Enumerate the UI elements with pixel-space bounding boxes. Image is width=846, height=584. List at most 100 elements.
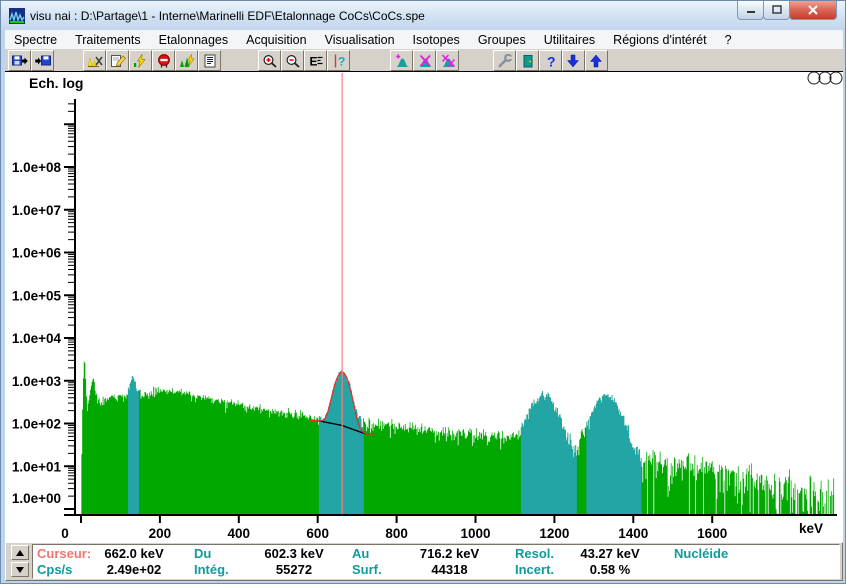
acquisition-spectrum-button[interactable] (175, 50, 198, 71)
menu-item-traitements[interactable]: Traitements (66, 31, 150, 49)
stop-acquisition-button[interactable] (152, 50, 175, 71)
status-label-intg: Intég. (194, 562, 229, 577)
spectrum-chart[interactable]: Ech. log 1.0e+081.0e+071.0e+061.0e+051.0… (5, 71, 843, 542)
document-icon (202, 54, 218, 68)
menu-item-utilitaires[interactable]: Utilitaires (535, 31, 604, 49)
page-up-button[interactable] (585, 50, 608, 71)
page-down-button[interactable] (562, 50, 585, 71)
roi-region-4[interactable] (586, 394, 641, 514)
menu-item-visualisation[interactable]: Visualisation (316, 31, 404, 49)
exit-button[interactable] (516, 50, 539, 71)
y-tick-label: 1.0e+06 (12, 246, 62, 261)
title-bar[interactable]: visu nai : D:\Partage\1 - Interne\Marine… (1, 1, 846, 30)
x-tick-label: 1600 (697, 526, 727, 541)
menu-item-acquisition[interactable]: Acquisition (237, 31, 315, 49)
add-roi-button[interactable] (390, 50, 413, 71)
report-button[interactable] (198, 50, 221, 71)
spectrum-delete-icon (87, 54, 103, 68)
delete-roi-button[interactable] (413, 50, 436, 71)
status-label-cpss: Cps/s (37, 562, 72, 577)
menu-item-isotopes[interactable]: Isotopes (404, 31, 469, 49)
svg-text:?: ? (338, 54, 345, 68)
zoom-in-icon (262, 54, 278, 68)
up-arrow-icon (16, 550, 24, 556)
cursor-info-button[interactable]: ? (327, 50, 350, 71)
menu-item-r-gions-d-int-r-t[interactable]: Régions d'intérét (604, 31, 715, 49)
page-pencil-icon (110, 54, 126, 68)
lightning-icon (133, 54, 149, 68)
close-icon (807, 5, 819, 15)
window-title: visu nai : D:\Partage\1 - Interne\Marine… (30, 9, 425, 23)
status-label-incert: Incert. (515, 562, 554, 577)
app-window: visu nai : D:\Partage\1 - Interne\Marine… (0, 0, 846, 584)
toolbar: E?? (5, 49, 843, 71)
status-value-du: 602.3 keV (239, 546, 349, 561)
svg-text:?: ? (547, 54, 556, 68)
arrow-up-icon (589, 54, 605, 68)
save-spectrum-next-button[interactable] (8, 50, 31, 71)
close-button[interactable] (789, 1, 837, 20)
detector-status-circles (808, 72, 842, 84)
status-label-du: Du (194, 546, 211, 561)
menu-item-spectre[interactable]: Spectre (5, 31, 66, 49)
status-value-intg: 55272 (239, 562, 349, 577)
x-tick-label: 1200 (539, 526, 569, 541)
scale-e-icon: E (308, 54, 324, 68)
spectrum-lightning-icon (179, 54, 195, 68)
status-label-nuclide: Nucléide (674, 546, 728, 561)
minimize-button[interactable] (737, 1, 764, 20)
zoom-out-button[interactable] (281, 50, 304, 71)
menu-bar: SpectreTraitementsEtalonnagesAcquisition… (5, 30, 843, 50)
help-button[interactable]: ? (539, 50, 562, 71)
maximize-icon (771, 5, 783, 15)
status-bar: Curseur:662.0 keVDu602.3 keVAu716.2 keVR… (5, 542, 843, 581)
x-tick-label: 400 (228, 526, 251, 541)
x-tick-label: 200 (149, 526, 172, 541)
x-tick-label: 800 (385, 526, 408, 541)
cursor-question-icon: ? (331, 54, 347, 68)
status-label-au: Au (352, 546, 369, 561)
roi-add-icon (394, 54, 410, 68)
x-tick-label: 0 (61, 526, 69, 541)
load-next-spectrum-button[interactable] (31, 50, 54, 71)
app-icon (9, 8, 25, 24)
door-icon (520, 54, 536, 68)
delete-all-rois-button[interactable] (436, 50, 459, 71)
zoom-in-button[interactable] (258, 50, 281, 71)
roi-region-1[interactable] (128, 376, 139, 514)
spectrum-plot[interactable]: 1.0e+081.0e+071.0e+061.0e+051.0e+041.0e+… (5, 72, 843, 543)
x-unit-label: keV (799, 521, 823, 536)
y-tick-label: 1.0e+03 (12, 374, 62, 389)
clear-spectrum-button[interactable] (83, 50, 106, 71)
maximize-button[interactable] (763, 1, 790, 20)
options-button[interactable] (493, 50, 516, 71)
arrow-down-icon (566, 54, 582, 68)
y-tick-label: 1.0e+05 (12, 288, 62, 303)
floppy-arrow-right-icon (12, 54, 28, 68)
edit-spectrum-info-button[interactable] (106, 50, 129, 71)
menu-item-groupes[interactable]: Groupes (469, 31, 535, 49)
roi-region-2[interactable] (319, 370, 364, 514)
status-value-au: 716.2 keV (397, 546, 502, 561)
minimize-icon (745, 5, 757, 15)
status-label-resol: Resol. (515, 546, 554, 561)
menu-item-[interactable]: ? (716, 31, 741, 49)
spectrum-scroll-down-button[interactable] (11, 562, 29, 577)
y-tick-label: 1.0e+04 (12, 331, 62, 346)
status-value-resol: 43.27 keV (560, 546, 660, 561)
x-tick-label: 1000 (460, 526, 490, 541)
spectrum-series (81, 362, 834, 515)
roi-region-3[interactable] (521, 391, 577, 514)
svg-text:E: E (309, 54, 317, 68)
zoom-out-icon (285, 54, 301, 68)
spectrum-scroll-up-button[interactable] (11, 545, 29, 560)
roi-delete-all-icon (440, 54, 456, 68)
menu-item-etalonnages[interactable]: Etalonnages (150, 31, 238, 49)
start-acquisition-button[interactable] (129, 50, 152, 71)
status-value-surf: 44318 (397, 562, 502, 577)
status-value-curseur: 662.0 keV (79, 546, 189, 561)
y-tick-label: 1.0e+02 (12, 417, 61, 432)
status-value-incert: 0.58 % (560, 562, 660, 577)
y-tick-label: 1.0e+00 (12, 491, 61, 506)
scale-toggle-button[interactable]: E (304, 50, 327, 71)
